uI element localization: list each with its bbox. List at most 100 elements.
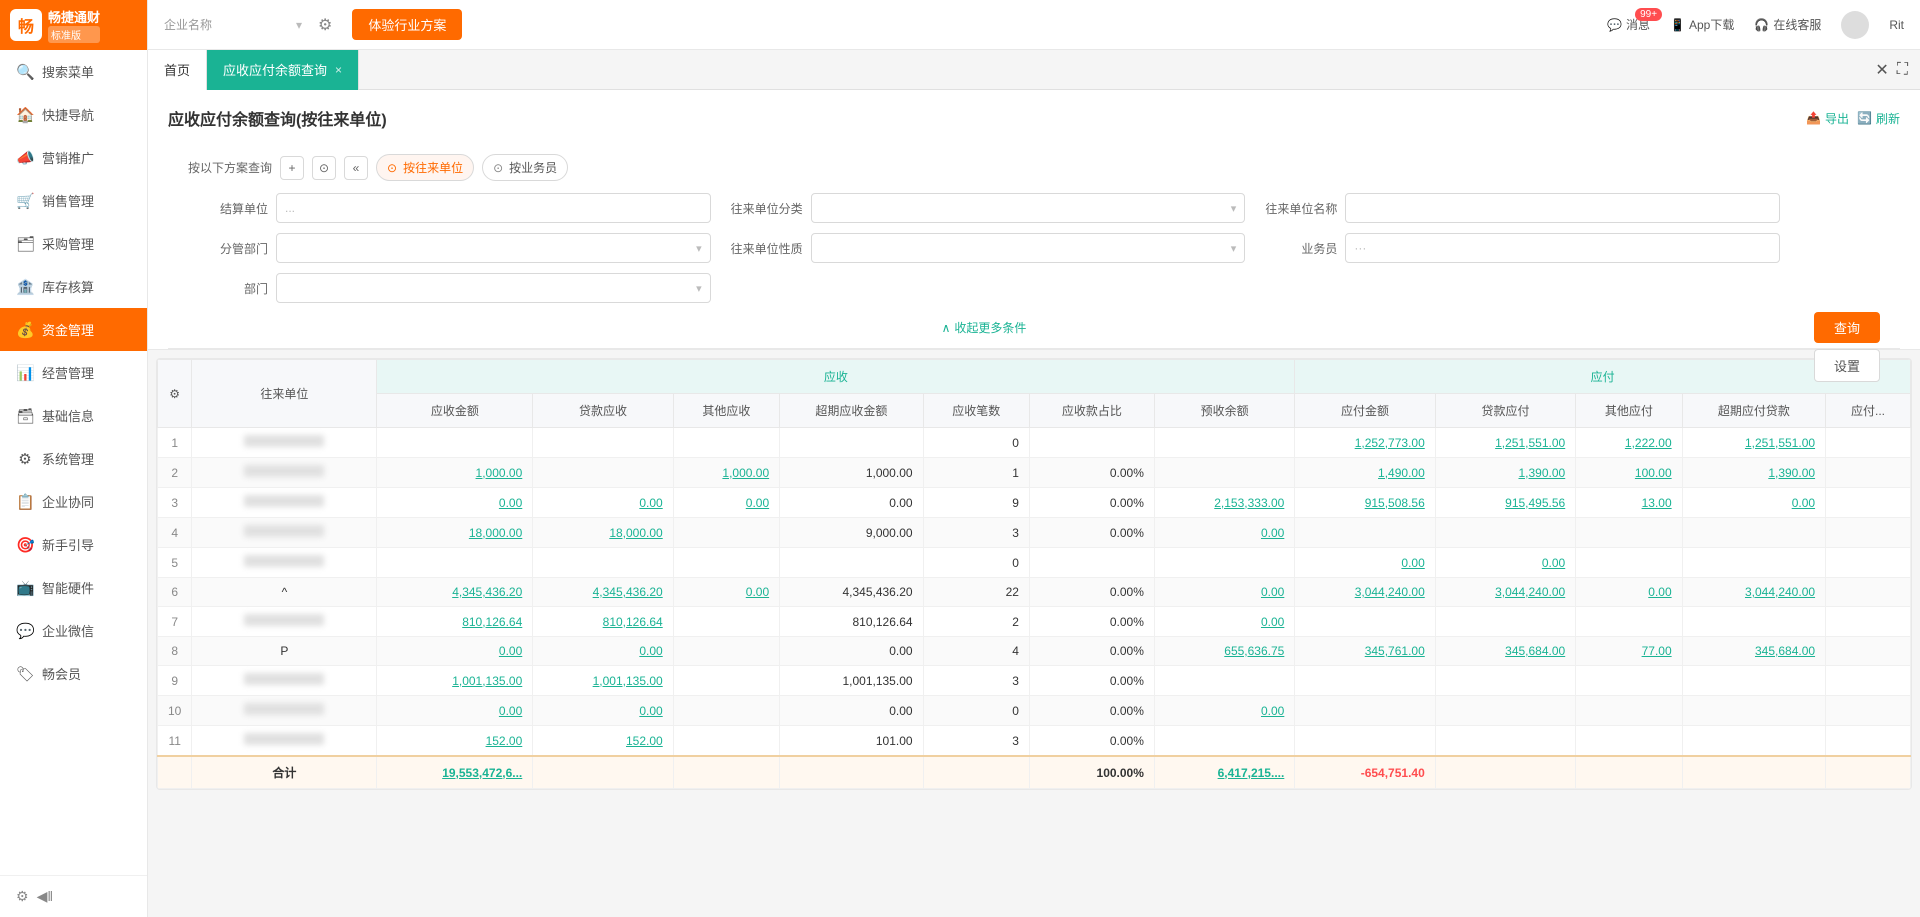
tab-home[interactable]: 首页: [148, 50, 207, 90]
search-icon: 🔍: [16, 63, 34, 81]
salesman-input[interactable]: ···: [1345, 233, 1780, 263]
table-header-payable-amount: 应付金额: [1295, 394, 1435, 428]
sidebar-item-basic[interactable]: 🗃 基础信息: [0, 394, 147, 437]
total-payable-amount: -654,751.40: [1295, 756, 1435, 789]
topbar-settings-icon[interactable]: ⚙: [318, 15, 332, 35]
topbar-app[interactable]: 📱 App下载: [1670, 16, 1734, 33]
partner-name-input[interactable]: [1345, 193, 1780, 223]
filter-jiesuan-unit: 结算单位 ...: [188, 193, 711, 223]
partner-name: [192, 726, 377, 757]
refresh-button[interactable]: 🔄 刷新: [1857, 110, 1900, 127]
topbar: 企业名称 ▾ ⚙ 体验行业方案 💬 消息 99+ 📱 App下载 🎧 在线客服: [148, 0, 1920, 50]
filter-collapse-button[interactable]: ∧ 收起更多条件: [942, 319, 1027, 336]
trial-button[interactable]: 体验行业方案: [352, 9, 462, 40]
salesman-label: 业务员: [1257, 240, 1337, 257]
dept-manage-chevron: ▾: [696, 242, 702, 255]
row-num: 5: [158, 548, 192, 578]
sidebar-label-system: 系统管理: [42, 449, 94, 468]
filter-edit-btn[interactable]: ⊙: [312, 156, 336, 180]
row-num: 3: [158, 488, 192, 518]
tab-receivables[interactable]: 应收应付余额查询 ×: [207, 50, 359, 90]
sidebar-item-system[interactable]: ⚙ 系统管理: [0, 437, 147, 480]
export-button[interactable]: 📤 导出: [1806, 110, 1849, 127]
total-prepaid-balance[interactable]: 6,417,215....: [1154, 756, 1294, 789]
filter-scheme2[interactable]: ⊙ 按业务员: [482, 154, 568, 181]
page-actions: 📤 导出 🔄 刷新: [1806, 110, 1900, 127]
sidebar-item-hardware[interactable]: 📺 智能硬件: [0, 566, 147, 609]
table-settings-button[interactable]: 设置: [1814, 349, 1880, 382]
window-expand-button[interactable]: ⛶: [1897, 61, 1908, 79]
total-receivable-amount[interactable]: 19,553,472,6...: [377, 756, 533, 789]
msg-icon: 💬: [1607, 18, 1622, 32]
filter-top: 按以下方案查询 + ⊙ « ⊙: [188, 154, 1780, 181]
filter-row-2: 分管部门 ▾ 往来单位性质 ▾: [188, 233, 1780, 263]
page-title-row: 应收应付余额查询(按往来单位) 📤 导出 🔄 刷新: [168, 106, 1900, 130]
filter-add-btn[interactable]: +: [280, 156, 304, 180]
filter-scheme1[interactable]: ⊙ 按往来单位: [376, 154, 474, 181]
partner-category-input[interactable]: ▾: [811, 193, 1246, 223]
total-other-receivable: [673, 756, 779, 789]
sidebar-label-basic: 基础信息: [42, 406, 94, 425]
sidebar-item-guide[interactable]: 🎯 新手引导: [0, 523, 147, 566]
total-receivable-ratio: 100.00%: [1029, 756, 1154, 789]
tabs-bar: 首页 应收应付余额查询 × ✕ ⛶: [148, 50, 1920, 90]
table-header-other-payable: 其他应付: [1576, 394, 1682, 428]
partner-name: [192, 607, 377, 637]
page-header: 应收应付余额查询(按往来单位) 📤 导出 🔄 刷新: [148, 90, 1920, 350]
query-btn-area: 查询 设置: [1814, 312, 1880, 382]
topbar-chevron: ▾: [296, 18, 302, 32]
finance-icon: 💰: [16, 321, 34, 339]
table-header-receivable-count: 应收笔数: [923, 394, 1029, 428]
purchase-icon: 🗂: [16, 235, 34, 253]
sidebar-item-operations[interactable]: 📊 经营管理: [0, 351, 147, 394]
sidebar-item-member[interactable]: 🏷 畅会员: [0, 652, 147, 695]
query-button[interactable]: 查询: [1814, 312, 1880, 343]
partner-name: [192, 696, 377, 726]
table-header-receivable-ratio: 应收款占比: [1029, 394, 1154, 428]
window-close-button[interactable]: ✕: [1875, 60, 1888, 80]
sidebar-item-purchase[interactable]: 🗂 采购管理: [0, 222, 147, 265]
table-row: 101,252,773.001,251,551.001,222.001,251,…: [158, 428, 1911, 458]
total-row: 合计 19,553,472,6... 100.00% 6,417,215....…: [158, 756, 1911, 789]
service-label: 在线客服: [1773, 16, 1821, 33]
table-row: 30.000.000.000.0090.00%2,153,333.00915,5…: [158, 488, 1911, 518]
sidebar-item-marketing[interactable]: 📣 营销推广: [0, 136, 147, 179]
sidebar-item-finance[interactable]: 💰 资金管理: [0, 308, 147, 351]
table-col-settings[interactable]: ⚙: [158, 360, 192, 428]
sidebar-item-sales[interactable]: 🛒 销售管理: [0, 179, 147, 222]
row-num: 2: [158, 458, 192, 488]
sidebar-settings-icon[interactable]: ⚙: [16, 888, 29, 905]
dept-manage-input[interactable]: ▾: [276, 233, 711, 263]
sidebar-bottom: ⚙ ◀‖: [0, 875, 147, 917]
table-row: 100.000.000.0000.00%0.00: [158, 696, 1911, 726]
topbar-service[interactable]: 🎧 在线客服: [1754, 16, 1821, 33]
jiesuan-dots: ...: [285, 201, 295, 215]
partner-nature-input[interactable]: ▾: [811, 233, 1246, 263]
partner-name: [192, 666, 377, 696]
table-container: ⚙ 往来单位 应收 应付 应收金额 贷款应收 其他应收 超期应收金额 应收笔数: [156, 358, 1912, 790]
operations-icon: 📊: [16, 364, 34, 382]
tab-home-label: 首页: [164, 60, 190, 79]
table-header-overdue-receivable: 超期应收金额: [780, 394, 923, 428]
total-loan-payable: [1435, 756, 1575, 789]
page-title: 应收应付余额查询(按往来单位): [168, 106, 387, 130]
topbar-msg[interactable]: 💬 消息 99+: [1607, 16, 1650, 33]
dept-input[interactable]: ▾: [276, 273, 711, 303]
partner-nature-label: 往来单位性质: [723, 240, 803, 257]
filter-prev-btn[interactable]: «: [344, 156, 368, 180]
sidebar-item-inventory[interactable]: 🏦 库存核算: [0, 265, 147, 308]
sidebar-item-collab[interactable]: 📋 企业协同: [0, 480, 147, 523]
filter-area: 按以下方案查询 + ⊙ « ⊙: [168, 142, 1900, 349]
scheme2-icon: ⊙: [493, 161, 503, 175]
basic-icon: 🗃: [16, 407, 34, 425]
sidebar-label-purchase: 采购管理: [42, 234, 94, 253]
tab-close-icon[interactable]: ×: [335, 63, 342, 77]
sidebar-item-quicknav[interactable]: 🏠 快捷导航: [0, 93, 147, 136]
table-row: 500.000.00: [158, 548, 1911, 578]
sidebar-collapse-icon[interactable]: ◀‖: [37, 888, 54, 905]
sidebar-item-search[interactable]: 🔍 搜索菜单: [0, 50, 147, 93]
jiesuan-input[interactable]: ...: [276, 193, 711, 223]
sidebar-item-wechat[interactable]: 💬 企业微信: [0, 609, 147, 652]
row-num: 8: [158, 637, 192, 666]
filter-label: 按以下方案查询: [188, 159, 272, 176]
